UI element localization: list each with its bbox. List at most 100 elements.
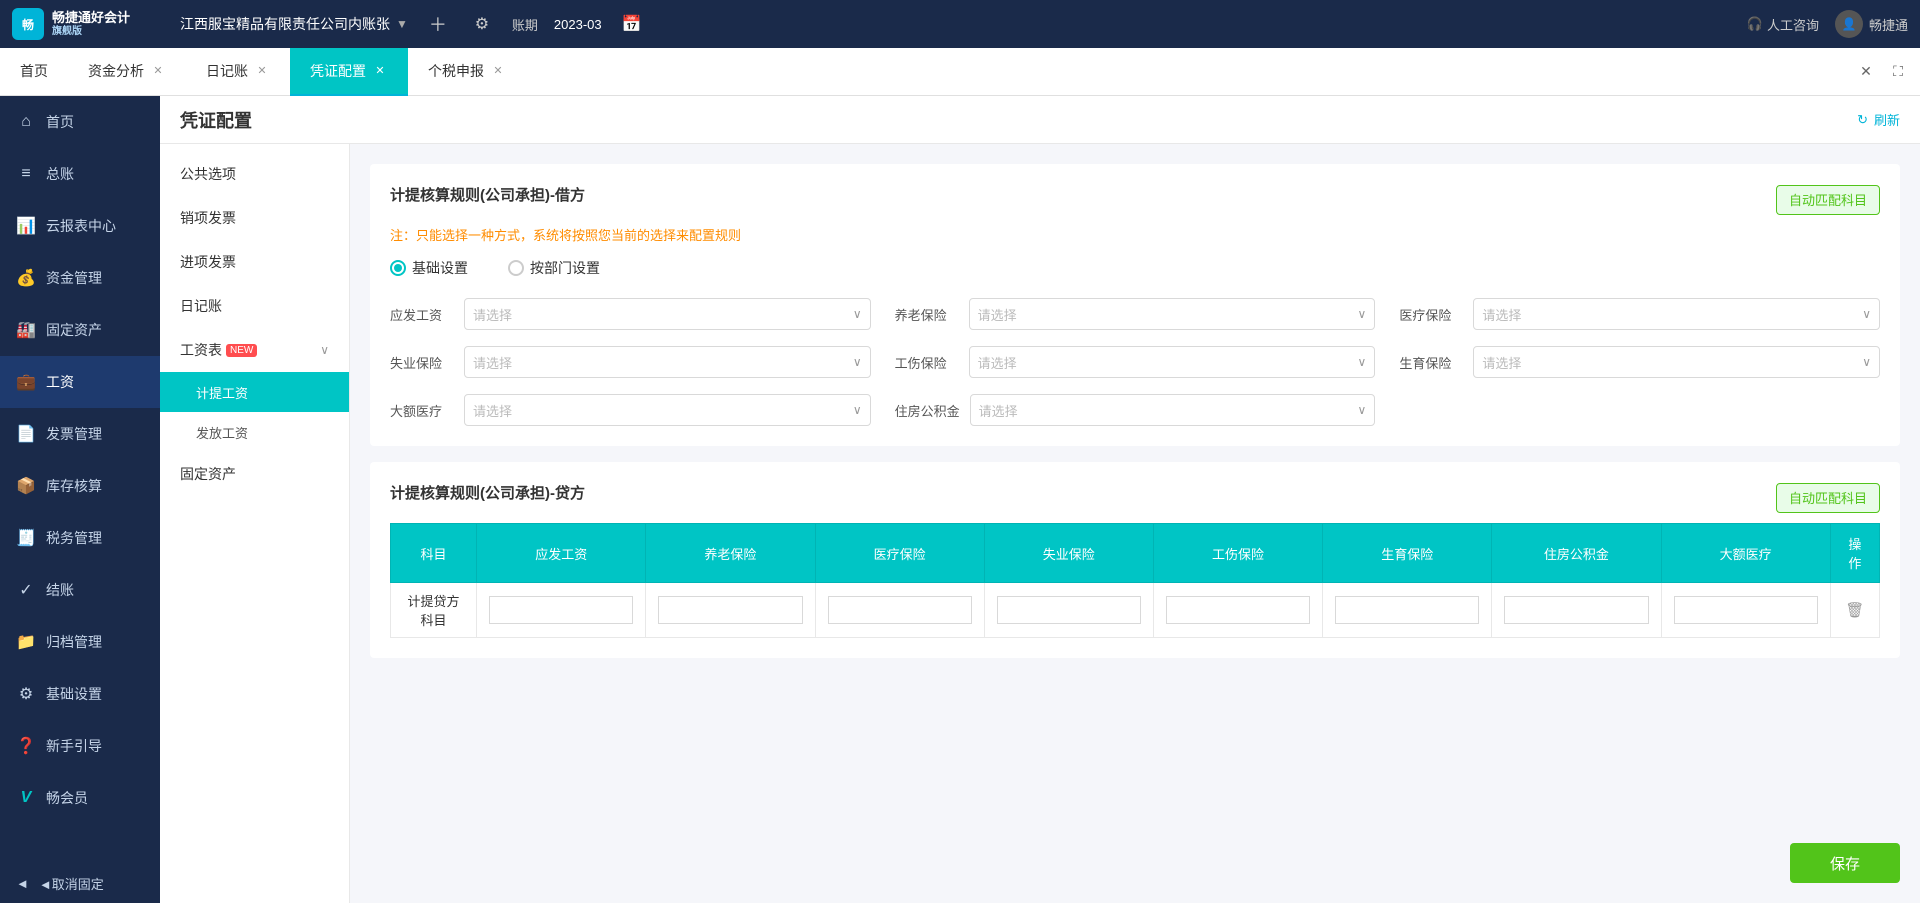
top-bar-center: 江西服宝精品有限责任公司内账张 ▼ ＋ ⚙ 账期 2023-03 📅 — [172, 10, 1747, 38]
tab-finance-label: 资金分析 — [88, 61, 144, 81]
save-button[interactable]: 保存 — [1790, 843, 1900, 883]
cell-medical-input[interactable] — [815, 583, 984, 638]
nav-payment-label: 发放工资 — [196, 423, 248, 442]
debit-auto-match-button[interactable]: 自动匹配科目 — [1776, 185, 1880, 215]
add-button[interactable]: ＋ — [424, 10, 452, 38]
select-injury[interactable]: 请选择 ∨ — [969, 346, 1376, 378]
sidebar-tax-label: 税务管理 — [46, 528, 102, 548]
nav-payment-salary[interactable]: 发放工资 — [160, 412, 349, 452]
main-layout: ⌂ 首页 ≡ 总账 📊 云报表中心 💰 资金管理 🏭 固定资产 💼 工资 📄 发… — [0, 96, 1920, 903]
nav-purchase-invoice[interactable]: 进项发票 — [160, 240, 349, 284]
label-large-medical: 大额医疗 — [390, 401, 454, 420]
input-pension[interactable] — [658, 596, 802, 624]
cell-pension-input[interactable] — [646, 583, 815, 638]
sidebar-archive-label: 归档管理 — [46, 632, 102, 652]
label-maternity: 生育保险 — [1399, 353, 1463, 372]
input-injury[interactable] — [1166, 596, 1310, 624]
settings-icon: ⚙ — [16, 684, 36, 704]
tab-tax-close[interactable]: ✕ — [490, 63, 506, 79]
select-salary[interactable]: 请选择 ∨ — [464, 298, 871, 330]
nav-sales-invoice[interactable]: 销项发票 — [160, 196, 349, 240]
tab-journal-close[interactable]: ✕ — [254, 63, 270, 79]
label-medical: 医疗保险 — [1399, 305, 1463, 324]
input-unemployment[interactable] — [997, 596, 1141, 624]
sidebar-salary-label: 工资 — [46, 372, 74, 392]
logo-icon: 畅 — [12, 8, 44, 40]
select-pension[interactable]: 请选择 ∨ — [969, 298, 1376, 330]
label-unemployment: 失业保险 — [390, 353, 454, 372]
sidebar-item-close[interactable]: ✓ 结账 — [0, 564, 160, 616]
select-medical[interactable]: 请选择 ∨ — [1473, 298, 1880, 330]
sidebar-item-guide[interactable]: ❓ 新手引导 — [0, 720, 160, 772]
sidebar-item-settings[interactable]: ⚙ 基础设置 — [0, 668, 160, 720]
calendar-icon[interactable]: 📅 — [618, 10, 646, 38]
close-tab-button[interactable]: ✕ — [1852, 58, 1880, 86]
input-maternity[interactable] — [1335, 596, 1479, 624]
service-button[interactable]: 🎧 人工咨询 — [1747, 15, 1819, 34]
input-large-medical[interactable] — [1674, 596, 1818, 624]
user-info[interactable]: 👤 畅捷通 — [1835, 10, 1908, 38]
sidebar-item-assets[interactable]: 🏭 固定资产 — [0, 304, 160, 356]
sidebar-item-archive[interactable]: 📁 归档管理 — [0, 616, 160, 668]
debit-note: 注：只能选择一种方式，系统将按照您当前的选择来配置规则 — [390, 225, 1880, 244]
sidebar-item-reports[interactable]: 📊 云报表中心 — [0, 200, 160, 252]
sidebar-item-member[interactable]: V 畅会员 — [0, 772, 160, 824]
nav-journal[interactable]: 日记账 — [160, 284, 349, 328]
company-selector[interactable]: 江西服宝精品有限责任公司内账张 ▼ — [180, 14, 408, 34]
credit-auto-match-button[interactable]: 自动匹配科目 — [1776, 483, 1880, 513]
radio-basic[interactable]: 基础设置 — [390, 258, 468, 278]
select-medical-arrow: ∨ — [1862, 307, 1871, 321]
period-label: 账期 — [512, 15, 538, 34]
select-unemployment[interactable]: 请选择 ∨ — [464, 346, 871, 378]
select-large-medical[interactable]: 请选择 ∨ — [464, 394, 871, 426]
sidebar-item-tax[interactable]: 🧾 税务管理 — [0, 512, 160, 564]
tab-finance-close[interactable]: ✕ — [150, 63, 166, 79]
nav-salary-table[interactable]: 工资表 NEW ∨ — [160, 328, 349, 372]
col-operation: 操作 — [1830, 524, 1879, 583]
page-title: 凭证配置 — [180, 107, 252, 133]
cell-salary-input[interactable] — [477, 583, 646, 638]
refresh-button[interactable]: ↻ 刷新 — [1857, 110, 1900, 129]
unpin-button[interactable]: ◄ ◄取消固定 — [0, 863, 160, 903]
sidebar-item-salary[interactable]: 💼 工资 — [0, 356, 160, 408]
sidebar-item-inventory[interactable]: 📦 库存核算 — [0, 460, 160, 512]
cell-injury-input[interactable] — [1153, 583, 1322, 638]
input-salary[interactable] — [489, 596, 633, 624]
tab-tax[interactable]: 个税申报 ✕ — [408, 48, 526, 96]
tab-home-label: 首页 — [20, 61, 48, 81]
col-salary: 应发工资 — [477, 524, 646, 583]
credit-section-title: 计提核算规则(公司承担)-贷方 — [390, 482, 585, 503]
tab-voucher-config[interactable]: 凭证配置 ✕ — [290, 48, 408, 96]
tab-home[interactable]: 首页 — [0, 48, 68, 96]
sidebar-item-funds[interactable]: 💰 资金管理 — [0, 252, 160, 304]
radio-dept-label: 按部门设置 — [530, 258, 600, 278]
nav-purchase-label: 进项发票 — [180, 252, 236, 272]
select-maternity[interactable]: 请选择 ∨ — [1473, 346, 1880, 378]
cell-maternity-input[interactable] — [1323, 583, 1492, 638]
select-housing-fund[interactable]: 请选择 ∨ — [970, 394, 1376, 426]
cell-delete[interactable]: 🗑 — [1830, 583, 1879, 638]
tab-voucher-close[interactable]: ✕ — [372, 63, 388, 79]
input-housing[interactable] — [1504, 596, 1648, 624]
expand-tab-button[interactable]: ⛶ — [1884, 58, 1912, 86]
nav-public-options[interactable]: 公共选项 — [160, 152, 349, 196]
settings-button[interactable]: ⚙ — [468, 10, 496, 38]
sidebar-item-ledger[interactable]: ≡ 总账 — [0, 148, 160, 200]
input-medical[interactable] — [828, 596, 972, 624]
tab-journal[interactable]: 日记账 ✕ — [186, 48, 290, 96]
cell-large-medical-input[interactable] — [1661, 583, 1830, 638]
sidebar-item-home[interactable]: ⌂ 首页 — [0, 96, 160, 148]
nav-accrual-salary[interactable]: 计提工资 — [160, 372, 349, 412]
left-nav: 公共选项 销项发票 进项发票 日记账 工资表 NEW ∨ 计提工资 — [160, 144, 350, 903]
radio-dept[interactable]: 按部门设置 — [508, 258, 600, 278]
nav-sales-label: 销项发票 — [180, 208, 236, 228]
debit-section: 计提核算规则(公司承担)-借方 自动匹配科目 注：只能选择一种方式，系统将按照您… — [370, 164, 1900, 446]
nav-fixed-assets[interactable]: 固定资产 — [160, 452, 349, 496]
cell-unemployment-input[interactable] — [984, 583, 1153, 638]
cell-housing-input[interactable] — [1492, 583, 1661, 638]
sidebar-item-invoice[interactable]: 📄 发票管理 — [0, 408, 160, 460]
top-bar-right: 🎧 人工咨询 👤 畅捷通 — [1747, 10, 1908, 38]
tab-finance[interactable]: 资金分析 ✕ — [68, 48, 186, 96]
delete-row-button[interactable]: 🗑 — [1845, 601, 1864, 619]
credit-section: 计提核算规则(公司承担)-贷方 自动匹配科目 科目 应发工资 养老保险 医疗保险… — [370, 462, 1900, 658]
